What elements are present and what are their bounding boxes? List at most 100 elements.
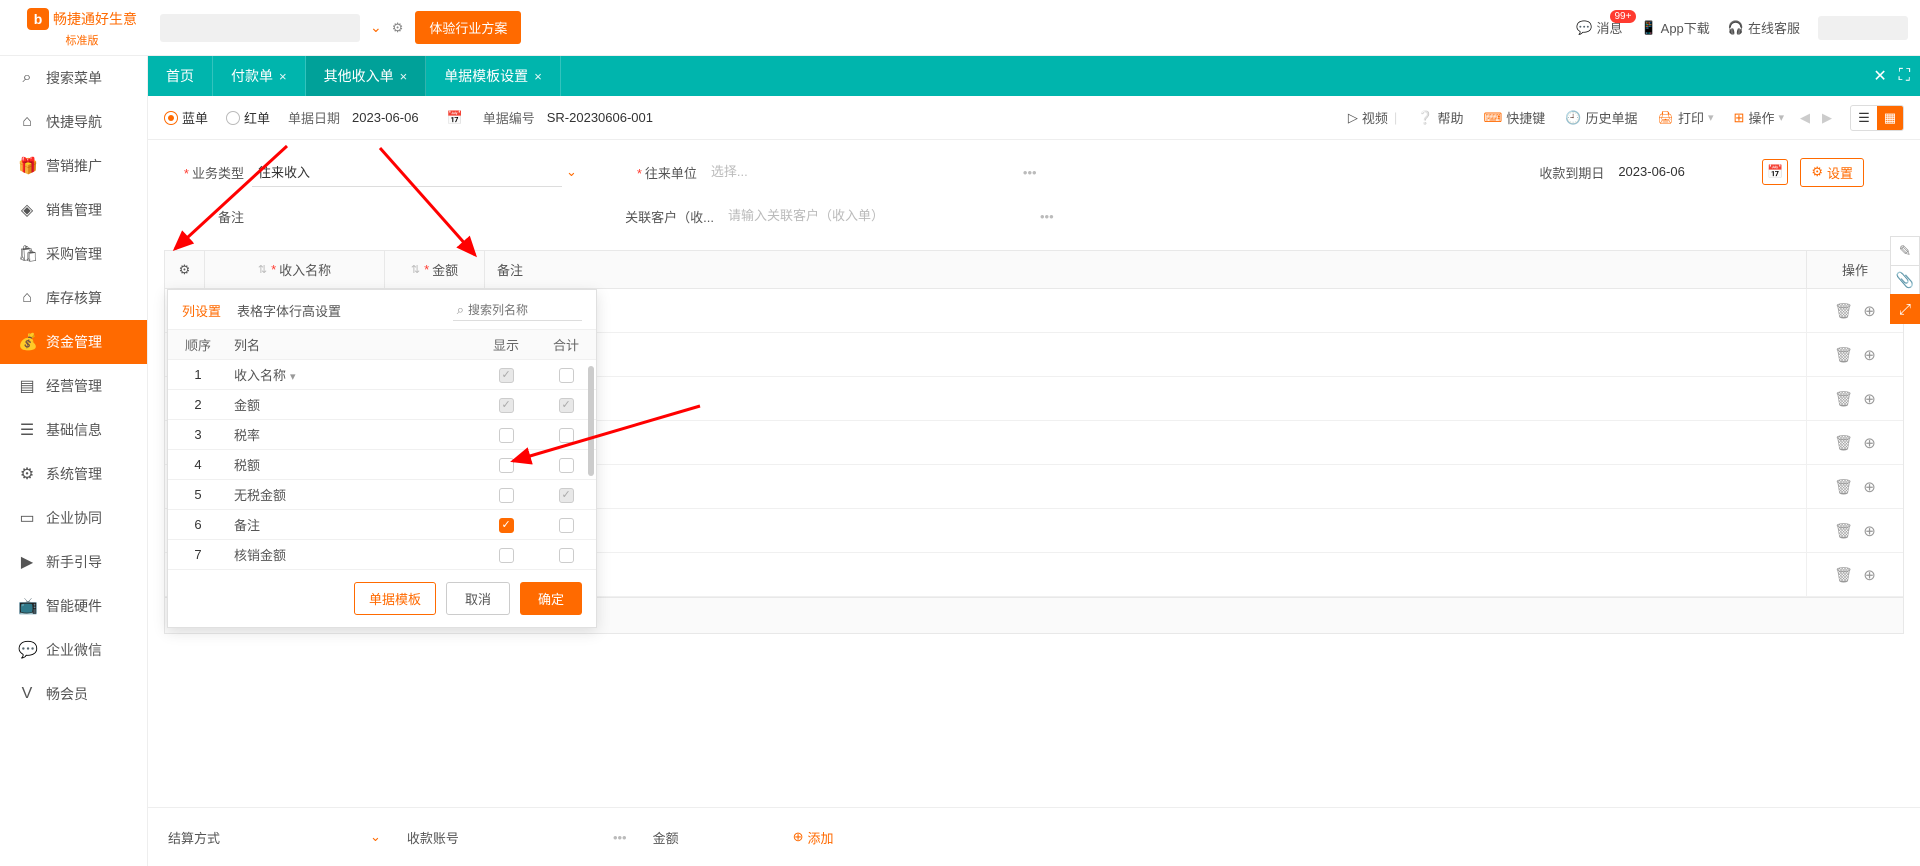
- tab-2[interactable]: 其他收入单×: [306, 56, 427, 96]
- float-attach-icon[interactable]: 📎: [1890, 265, 1920, 295]
- shortcut-action[interactable]: ⌨快捷键: [1484, 108, 1546, 127]
- sum-checkbox[interactable]: [559, 428, 574, 443]
- float-expand-icon[interactable]: ⤢: [1890, 294, 1920, 324]
- experience-button[interactable]: 体验行业方案: [415, 11, 521, 44]
- tab-3[interactable]: 单据模板设置×: [426, 56, 561, 96]
- settle-account-more-icon[interactable]: •••: [613, 830, 627, 845]
- cancel-button[interactable]: 取消: [446, 582, 510, 615]
- sidebar-item-8[interactable]: ☰基础信息: [0, 408, 147, 452]
- row-delete-icon[interactable]: 🗑: [1834, 302, 1853, 320]
- sum-checkbox[interactable]: [559, 458, 574, 473]
- tab-0[interactable]: 首页: [148, 56, 213, 96]
- partner-select[interactable]: [705, 157, 1015, 187]
- next-doc-icon[interactable]: ▶: [1822, 110, 1832, 126]
- view-list-icon[interactable]: ☰: [1851, 106, 1877, 130]
- print-action[interactable]: 🖨打印▾: [1657, 108, 1713, 127]
- show-checkbox[interactable]: [499, 518, 514, 533]
- float-note-icon[interactable]: ✎: [1890, 236, 1920, 266]
- row-delete-icon[interactable]: 🗑: [1834, 522, 1853, 540]
- sum-checkbox[interactable]: [559, 488, 574, 503]
- sidebar-item-5[interactable]: ⌂库存核算: [0, 276, 147, 320]
- header-settings-icon[interactable]: ⚙: [392, 20, 404, 36]
- tab-close-icon[interactable]: ✕: [1873, 66, 1886, 86]
- settle-method-caret-icon[interactable]: ⌄: [370, 829, 381, 845]
- rel-customer-more-icon[interactable]: •••: [1040, 209, 1054, 224]
- sidebar-item-7[interactable]: ▤经营管理: [0, 364, 147, 408]
- col-settings-tab[interactable]: 列设置: [182, 301, 221, 320]
- video-action[interactable]: ▷视频: [1348, 108, 1388, 127]
- row-copy-icon[interactable]: ⊕: [1863, 522, 1876, 540]
- user-area-placeholder[interactable]: [1818, 16, 1908, 40]
- tab-expand-icon[interactable]: ⛶: [1899, 67, 1910, 85]
- tab-1[interactable]: 付款单×: [213, 56, 306, 96]
- partner-more-icon[interactable]: •••: [1023, 165, 1037, 180]
- show-checkbox[interactable]: [499, 458, 514, 473]
- sidebar-item-11[interactable]: ▶新手引导: [0, 540, 147, 584]
- show-checkbox[interactable]: [499, 368, 514, 383]
- doc-template-button[interactable]: 单据模板: [354, 582, 436, 615]
- row-copy-icon[interactable]: ⊕: [1863, 566, 1876, 584]
- sidebar-item-4[interactable]: 🛍采购管理: [0, 232, 147, 276]
- rel-customer-input[interactable]: [722, 201, 1032, 231]
- row-copy-icon[interactable]: ⊕: [1863, 390, 1876, 408]
- row-copy-icon[interactable]: ⊕: [1863, 478, 1876, 496]
- column-search-input[interactable]: [468, 303, 578, 317]
- sidebar-item-6[interactable]: 💰资金管理: [0, 320, 147, 364]
- prev-doc-icon[interactable]: ◀: [1800, 110, 1810, 126]
- tab-close-icon[interactable]: ×: [534, 69, 542, 84]
- red-doc-radio[interactable]: 红单: [226, 108, 270, 127]
- due-date-input[interactable]: [1612, 157, 1762, 187]
- view-grid-icon[interactable]: ▦: [1877, 106, 1903, 130]
- sidebar-item-10[interactable]: ▭企业协同: [0, 496, 147, 540]
- sidebar-item-13[interactable]: 💬企业微信: [0, 628, 147, 672]
- blue-doc-radio[interactable]: 蓝单: [164, 108, 208, 127]
- show-checkbox[interactable]: [499, 548, 514, 563]
- sidebar-item-12[interactable]: 📺智能硬件: [0, 584, 147, 628]
- operate-action[interactable]: ⊞操作▾: [1734, 108, 1784, 127]
- row-delete-icon[interactable]: 🗑: [1834, 566, 1853, 584]
- confirm-button[interactable]: 确定: [520, 582, 582, 615]
- sidebar-item-2[interactable]: 🎁营销推广: [0, 144, 147, 188]
- row-copy-icon[interactable]: ⊕: [1863, 346, 1876, 364]
- doc-date-calendar-icon[interactable]: 📅: [447, 110, 463, 126]
- org-caret-icon[interactable]: ⌄: [370, 19, 382, 36]
- biz-type-caret-icon[interactable]: ⌄: [566, 164, 577, 180]
- row-delete-icon[interactable]: 🗑: [1834, 434, 1853, 452]
- col-header-amount[interactable]: ⇅*金额: [385, 251, 485, 288]
- font-rowheight-tab[interactable]: 表格字体行高设置: [237, 301, 341, 320]
- col-header-note[interactable]: 备注: [485, 251, 1807, 288]
- sidebar-item-1[interactable]: ⌂快捷导航: [0, 100, 147, 144]
- show-checkbox[interactable]: [499, 488, 514, 503]
- history-action[interactable]: 🕘历史单据: [1565, 108, 1637, 127]
- show-checkbox[interactable]: [499, 398, 514, 413]
- biz-type-select[interactable]: [252, 157, 562, 187]
- row-delete-icon[interactable]: 🗑: [1834, 390, 1853, 408]
- tab-close-icon[interactable]: ×: [400, 69, 408, 84]
- due-date-calendar-icon[interactable]: 📅: [1762, 159, 1788, 185]
- sum-checkbox[interactable]: [559, 548, 574, 563]
- show-checkbox[interactable]: [499, 428, 514, 443]
- settle-account-select[interactable]: [467, 822, 597, 852]
- app-download-link[interactable]: 📱 App下载: [1640, 18, 1709, 37]
- sidebar-item-3[interactable]: ◈销售管理: [0, 188, 147, 232]
- popup-scrollbar[interactable]: [588, 366, 594, 476]
- sum-checkbox[interactable]: [559, 368, 574, 383]
- sum-checkbox[interactable]: [559, 398, 574, 413]
- org-selector-placeholder[interactable]: [160, 14, 360, 42]
- add-settlement-link[interactable]: ⊕ 添加: [793, 828, 834, 847]
- note-input[interactable]: [252, 201, 562, 231]
- row-delete-icon[interactable]: 🗑: [1834, 478, 1853, 496]
- sidebar-item-0[interactable]: ⌕搜索菜单: [0, 56, 147, 100]
- online-service-link[interactable]: 🎧 在线客服: [1728, 18, 1800, 37]
- column-settings-gear-icon[interactable]: ⚙: [165, 251, 205, 288]
- messages-link[interactable]: 💬 消息 99+: [1576, 18, 1622, 37]
- sidebar-item-9[interactable]: ⚙系统管理: [0, 452, 147, 496]
- col-header-income[interactable]: ⇅*收入名称: [205, 251, 385, 288]
- row-delete-icon[interactable]: 🗑: [1834, 346, 1853, 364]
- help-action[interactable]: ❔帮助: [1417, 108, 1463, 127]
- settle-amount-input[interactable]: [687, 822, 767, 852]
- form-settings-button[interactable]: ⚙设置: [1800, 158, 1864, 187]
- settle-method-select[interactable]: [228, 822, 358, 852]
- tab-close-icon[interactable]: ×: [279, 69, 287, 84]
- row-copy-icon[interactable]: ⊕: [1863, 434, 1876, 452]
